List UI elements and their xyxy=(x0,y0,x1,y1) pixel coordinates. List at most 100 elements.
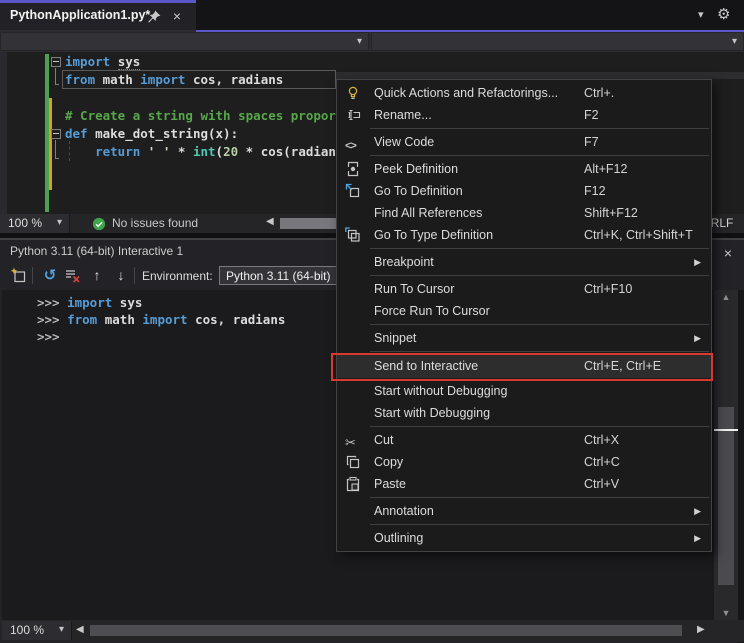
issues-status[interactable]: No issues found xyxy=(112,216,198,230)
menu-item-label: Go To Definition xyxy=(374,180,463,202)
menu-item-shortcut: Ctrl+E, Ctrl+E xyxy=(584,354,661,378)
menu-item-label: Start with Debugging xyxy=(374,402,490,424)
menu-item-shortcut: F7 xyxy=(584,131,599,153)
check-circle-icon xyxy=(92,217,106,231)
tab-strip: PythonApplication1.py* × ▾ ⚙ xyxy=(0,0,744,30)
editor-margin xyxy=(0,52,7,214)
menu-item-label: Outlining xyxy=(374,527,423,549)
menu-item-label: Quick Actions and Refactorings... xyxy=(374,82,558,104)
menu-item-shortcut: F12 xyxy=(584,180,606,202)
menu-item-shortcut: F2 xyxy=(584,104,599,126)
menu-item-view-code[interactable]: <> View Code F7 xyxy=(337,131,711,153)
hscroll-right-arrow-icon[interactable]: ▶ xyxy=(697,624,705,635)
outline-line xyxy=(55,140,56,158)
editor-zoom-value: 100 % xyxy=(8,216,42,230)
menu-item-shortcut: Shift+F12 xyxy=(584,202,638,224)
menu-separator xyxy=(370,128,709,129)
collapse-glyph[interactable] xyxy=(51,129,61,139)
menu-item-shortcut: Ctrl+X xyxy=(584,429,619,451)
panel-vscrollbar[interactable]: ▲ ▼ xyxy=(714,290,738,620)
panel-hscroll-thumb[interactable] xyxy=(90,625,682,636)
repl-line: >>> from math import cos, radians xyxy=(37,311,285,328)
menu-item-shortcut: Ctrl+C xyxy=(584,451,620,473)
navigation-dropdown-left[interactable]: ▾ xyxy=(0,32,369,51)
new-interactive-window-icon[interactable] xyxy=(9,267,27,285)
menu-item-label: Start without Debugging xyxy=(374,380,507,402)
navigation-dropdown-right[interactable]: ▾ xyxy=(371,32,744,51)
history-next-icon[interactable]: ↓ xyxy=(112,267,130,285)
view-code-icon: <> xyxy=(345,134,361,150)
scroll-position-marker xyxy=(714,429,738,431)
menu-separator xyxy=(370,155,709,156)
submenu-arrow-icon: ▶ xyxy=(694,251,701,273)
environment-value: Python 3.11 (64-bit) xyxy=(226,269,331,283)
copy-icon xyxy=(345,454,361,470)
code-line: from math import cos, radians xyxy=(65,71,336,89)
lightbulb-icon xyxy=(345,85,361,101)
menu-item-shortcut: Ctrl+V xyxy=(584,473,619,495)
menu-item-peek-definition[interactable]: Peek DefinitionAlt+F12 xyxy=(337,158,711,180)
menu-item-annotation[interactable]: Annotation▶ xyxy=(337,500,711,522)
menu-item-breakpoint[interactable]: Breakpoint ▶ xyxy=(337,251,711,273)
menu-item-quick-actions-and-refactorings[interactable]: Quick Actions and Refactorings... Ctrl+. xyxy=(337,82,711,104)
menu-item-shortcut: Ctrl+F10 xyxy=(584,278,632,300)
editor-zoom-dropdown[interactable]: 100 % ▾ xyxy=(0,214,70,233)
panel-close-icon[interactable]: × xyxy=(718,244,738,262)
menu-item-start-without-debugging[interactable]: Start without Debugging xyxy=(337,380,711,402)
hscroll-left-arrow-icon[interactable]: ◀ xyxy=(76,624,84,635)
context-menu: Quick Actions and Refactorings...Ctrl+.R… xyxy=(336,79,712,552)
menu-item-label: Rename... xyxy=(374,104,432,126)
tab-pythonapplication1[interactable]: PythonApplication1.py* × xyxy=(0,0,196,30)
scroll-up-arrow-icon[interactable]: ▲ xyxy=(714,292,738,302)
menu-item-cut[interactable]: ✂CutCtrl+X xyxy=(337,429,711,451)
menu-item-label: Find All References xyxy=(374,202,482,224)
scroll-down-arrow-icon[interactable]: ▼ xyxy=(714,608,738,618)
menu-separator xyxy=(370,524,709,525)
menu-item-label: Go To Type Definition xyxy=(374,224,493,246)
clear-screen-icon[interactable] xyxy=(63,267,81,285)
code-line xyxy=(65,89,336,107)
pin-icon[interactable] xyxy=(146,9,162,25)
repl-line: >>> xyxy=(37,328,285,345)
toolbar-separator xyxy=(32,267,33,284)
gear-icon[interactable]: ⚙ xyxy=(717,5,730,23)
repl-line: >>> import sys xyxy=(37,294,285,311)
menu-item-label: View Code xyxy=(374,131,434,153)
menu-item-paste[interactable]: PasteCtrl+V xyxy=(337,473,711,495)
menu-item-rename[interactable]: Rename... F2 xyxy=(337,104,711,126)
history-previous-icon[interactable]: ↑ xyxy=(88,267,106,285)
menu-item-go-to-type-definition[interactable]: Go To Type Definition Ctrl+K, Ctrl+Shift+… xyxy=(337,224,711,246)
menu-item-label: Breakpoint xyxy=(374,251,434,273)
cut-icon: ✂ xyxy=(345,432,361,448)
tab-close-icon[interactable]: × xyxy=(168,6,186,26)
panel-zoom-dropdown[interactable]: 100 % ▾ xyxy=(2,621,72,640)
menu-item-find-all-references[interactable]: Find All References Shift+F12 xyxy=(337,202,711,224)
menu-item-label: Send to Interactive xyxy=(374,354,478,378)
hscroll-left-arrow-icon[interactable]: ◀ xyxy=(266,216,274,227)
change-bar-unsaved xyxy=(49,98,52,190)
vs-window: PythonApplication1.py* × ▾ ⚙ ▾ ▾ import … xyxy=(0,0,744,643)
panel-status-bar: 100 % ▾ ◀ ▶ xyxy=(0,620,744,642)
submenu-arrow-icon: ▶ xyxy=(694,327,701,349)
code-line: return ' ' * int(20 * cos(radian xyxy=(65,143,336,161)
document-list-chevron-icon[interactable]: ▾ xyxy=(698,8,704,21)
panel-vscroll-thumb[interactable] xyxy=(718,407,734,585)
menu-item-send-to-interactive[interactable]: Send to Interactive Ctrl+E, Ctrl+E xyxy=(337,354,711,378)
menu-separator xyxy=(370,351,709,352)
collapse-glyph[interactable] xyxy=(51,57,61,67)
menu-item-copy[interactable]: CopyCtrl+C xyxy=(337,451,711,473)
menu-item-outlining[interactable]: Outlining▶ xyxy=(337,527,711,549)
menu-item-start-with-debugging[interactable]: Start with Debugging xyxy=(337,402,711,424)
window-right-edge xyxy=(738,290,744,643)
menu-item-label: Snippet xyxy=(374,327,416,349)
menu-item-shortcut: Ctrl+. xyxy=(584,82,614,104)
reset-icon[interactable]: ↺ xyxy=(41,267,59,285)
menu-item-run-to-cursor[interactable]: Run To Cursor Ctrl+F10 xyxy=(337,278,711,300)
menu-item-go-to-definition[interactable]: Go To Definition F12 xyxy=(337,180,711,202)
menu-item-label: Run To Cursor xyxy=(374,278,454,300)
go-to-type-definition-icon xyxy=(345,227,361,243)
menu-item-shortcut: Ctrl+K, Ctrl+Shift+T xyxy=(584,224,693,246)
chevron-down-icon: ▾ xyxy=(59,624,64,635)
menu-item-snippet[interactable]: Snippet ▶ xyxy=(337,327,711,349)
menu-item-force-run-to-cursor[interactable]: Force Run To Cursor xyxy=(337,300,711,322)
